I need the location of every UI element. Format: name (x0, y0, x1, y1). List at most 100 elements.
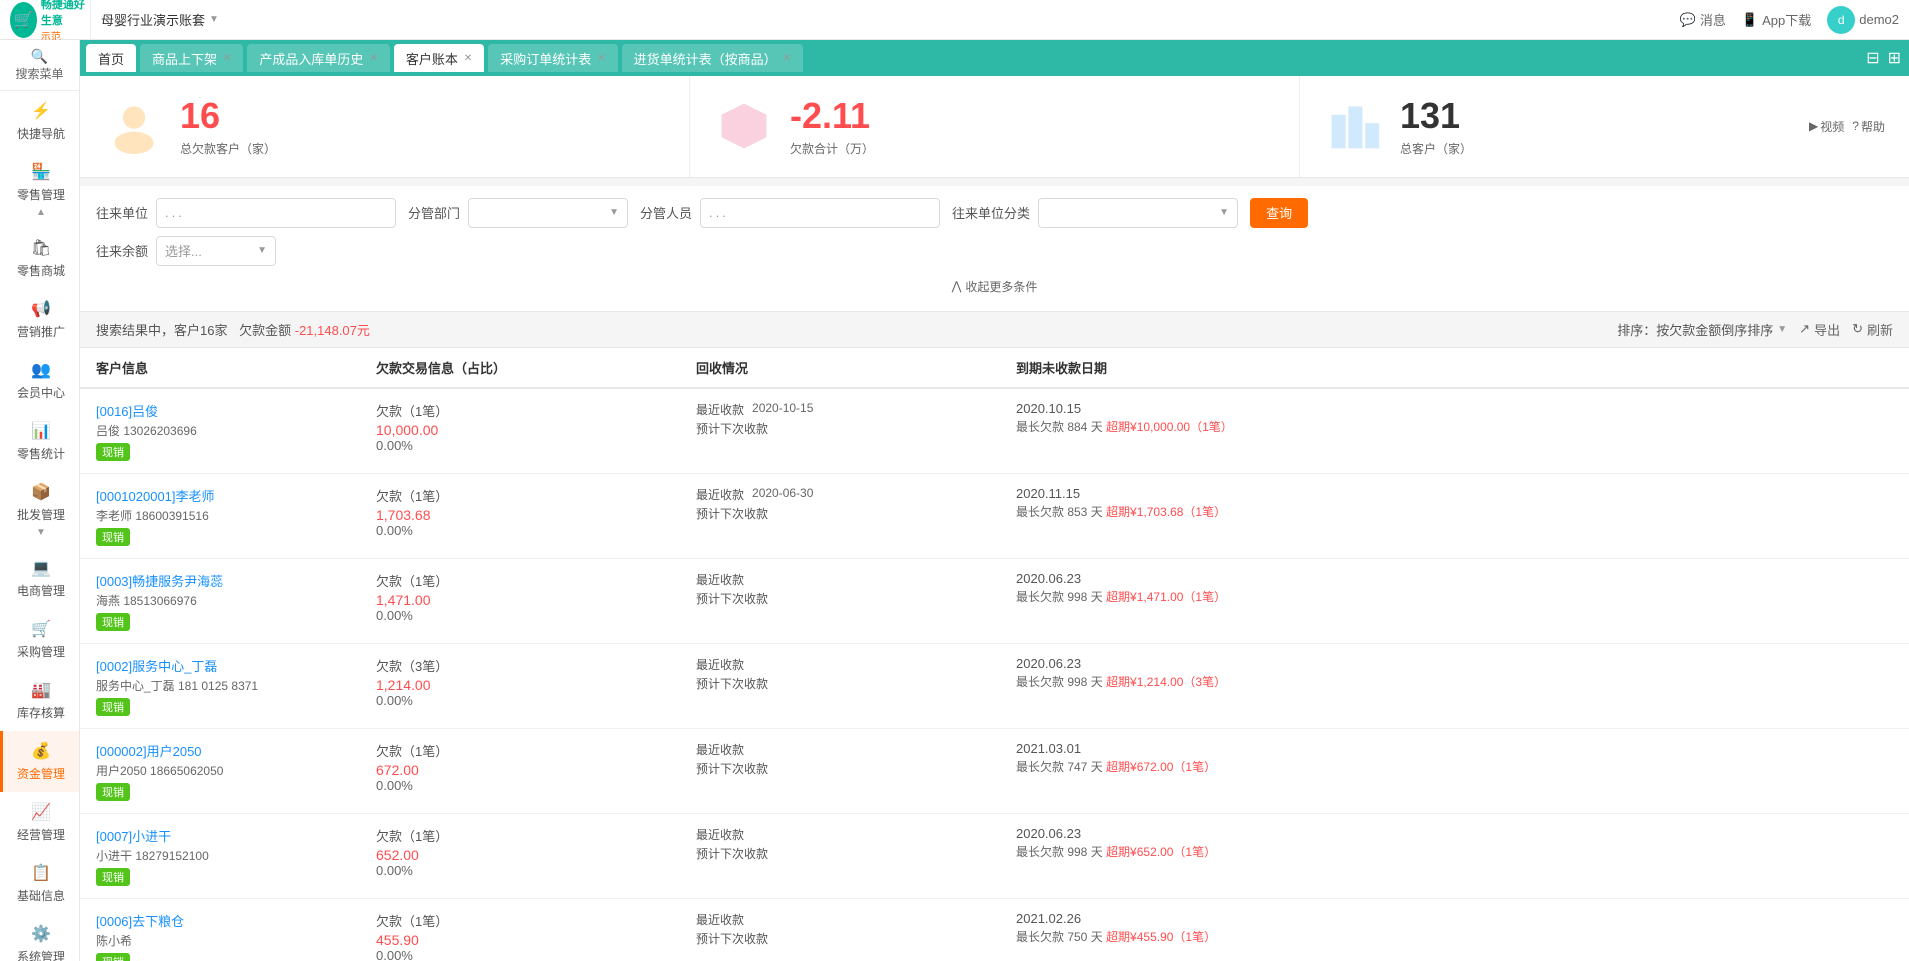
filter-row-1: 往来单位 ... 分管部门 ▼ (96, 198, 1893, 228)
client-name[interactable]: [0007]小进干 (96, 826, 376, 845)
recovery-info: 最近收款 2020-06-30 预计下次收款 (696, 486, 1016, 524)
client-name[interactable]: [0001020001]李老师 (96, 486, 376, 505)
store-selector[interactable]: 母婴行业演示账套 ▼ (90, 0, 233, 40)
overdue-link[interactable]: 超期¥1,214.00（3笔） (1106, 675, 1226, 689)
filter-select-dept[interactable]: ▼ (468, 198, 628, 228)
overdue-info: 2021.03.01 最长欠款 747 天 超期¥672.00（1笔） (1016, 741, 1893, 775)
overdue-detail: 最长欠款 750 天 超期¥455.90（1笔） (1016, 928, 1893, 945)
recovery-last: 最近收款 (696, 656, 1016, 673)
search-menu[interactable]: 🔍 搜索菜单 (0, 40, 79, 91)
debt-count: 欠款（1笔） (376, 911, 696, 930)
phone-icon: 📱 (1742, 12, 1758, 28)
overdue-link[interactable]: 超期¥652.00（1笔） (1106, 845, 1216, 859)
tab-close-icon[interactable]: ✕ (597, 53, 605, 64)
client-name[interactable]: [0002]服务中心_丁磊 (96, 656, 376, 675)
client-info: [0003]畅捷服务尹海蕊 海燕 18513066976 现销 (96, 571, 376, 631)
refresh-button[interactable]: ↻ 刷新 (1852, 320, 1893, 339)
sidebar-item-finance[interactable]: 💰 资金管理 (0, 731, 79, 792)
tab-expand-icon[interactable]: ⊞ (1888, 48, 1901, 68)
recovery-info: 最近收款 预计下次收款 (696, 656, 1016, 694)
filter-input-client[interactable]: ... (156, 198, 396, 228)
filter-area: 往来单位 ... 分管部门 ▼ (80, 186, 1909, 312)
recovery-next: 预计下次收款 (696, 675, 1016, 692)
stat-card-total-customers: 131 总客户（家） ▶ 视频 ? 帮助 (1300, 76, 1909, 177)
stats-row: 16 总欠款客户（家） ¥ -2.11 (80, 76, 1909, 178)
overdue-link[interactable]: 超期¥1,703.68（1笔） (1106, 505, 1226, 519)
filter-label-dept: 分管部门 (408, 203, 460, 222)
collapse-button[interactable]: ⋀ 收起更多条件 (944, 274, 1046, 299)
search-button[interactable]: 查询 (1250, 198, 1308, 228)
recovery-next: 预计下次收款 (696, 420, 1016, 437)
client-tag: 现销 (96, 783, 130, 801)
result-bar: 搜索结果中，客户16家 欠款金额 -21,148.07元 排序：按欠款金额倒序排… (80, 312, 1909, 348)
stat-info-debt-amount: -2.11 欠款合计（万） (790, 96, 1275, 157)
video-link[interactable]: ▶ 视频 (1809, 118, 1844, 135)
client-contact: 陈小希 (96, 932, 376, 949)
export-button[interactable]: ↗ 导出 (1799, 320, 1840, 339)
sidebar-item-quick-nav[interactable]: ⚡ 快捷导航 (0, 91, 79, 152)
client-contact: 小进干 18279152100 (96, 847, 376, 864)
tab-collapse-icon[interactable]: ⊟ (1866, 48, 1879, 68)
overdue-link[interactable]: 超期¥1,471.00（1笔） (1106, 590, 1226, 604)
sidebar-item-system[interactable]: ⚙️ 系统管理 (0, 914, 79, 961)
filter-select-balance[interactable]: 选择... ▼ (156, 236, 276, 266)
tab-purchase-product-stats[interactable]: 进货单统计表（按商品） ✕ (622, 44, 803, 72)
tab-production-history[interactable]: 产成品入库单历史 ✕ (247, 44, 389, 72)
message-button[interactable]: 💬 消息 (1680, 10, 1726, 29)
client-name[interactable]: [0003]畅捷服务尹海蕊 (96, 571, 376, 590)
overdue-link[interactable]: 超期¥672.00（1笔） (1106, 760, 1216, 774)
avatar: d (1827, 6, 1855, 34)
filter-row-2: 往来余额 选择... ▼ (96, 236, 1893, 266)
filter-select-category[interactable]: ▼ (1038, 198, 1238, 228)
filter-input-person[interactable]: ... (700, 198, 940, 228)
client-name[interactable]: [0006]去下粮仓 (96, 911, 376, 930)
sort-select[interactable]: 排序：按欠款金额倒序排序 ▼ (1617, 320, 1787, 339)
recovery-info: 最近收款 预计下次收款 (696, 571, 1016, 609)
sidebar-item-ecommerce[interactable]: 💻 电商管理 (0, 548, 79, 609)
client-name[interactable]: [0016]吕俊 (96, 401, 376, 420)
tab-home[interactable]: 首页 (86, 44, 136, 72)
debt-percent: 0.00% (376, 693, 696, 708)
user-avatar[interactable]: d demo2 (1827, 6, 1899, 34)
tab-close-icon[interactable]: ✕ (223, 53, 231, 64)
client-info: [0016]吕俊 吕俊 13026203696 现销 (96, 401, 376, 461)
help-icon: ? (1852, 119, 1859, 133)
recovery-info: 最近收款 预计下次收款 (696, 826, 1016, 864)
sidebar-item-batch-mgmt[interactable]: 📦 批发管理 ▼ (0, 472, 79, 548)
tab-customer-account[interactable]: 客户账本 ✕ (394, 44, 484, 72)
sidebar-item-retail-mgmt[interactable]: 🏪 零售管理 ▲ (0, 152, 79, 228)
client-name[interactable]: [000002]用户2050 (96, 741, 376, 760)
sidebar-item-retail-mall[interactable]: 🛍 零售商城 (0, 228, 79, 289)
sidebar-item-member[interactable]: 👥 会员中心 (0, 350, 79, 411)
tab-close-icon[interactable]: ✕ (783, 53, 791, 64)
sidebar-item-operations[interactable]: 📈 经营管理 (0, 792, 79, 853)
client-info: [0002]服务中心_丁磊 服务中心_丁磊 181 0125 8371 现销 (96, 656, 376, 716)
sidebar-item-marketing[interactable]: 📢 营销推广 (0, 289, 79, 350)
recovery-last: 最近收款 (696, 911, 1016, 928)
tab-close-icon[interactable]: ✕ (369, 53, 377, 64)
help-link[interactable]: ? 帮助 (1852, 118, 1885, 135)
stat-info-debt-customers: 16 总欠款客户（家） (180, 96, 665, 157)
sidebar-item-inventory[interactable]: 🏭 库存核算 (0, 670, 79, 731)
filter-label-person: 分管人员 (640, 203, 692, 222)
recovery-info: 最近收款 预计下次收款 (696, 741, 1016, 779)
overdue-link[interactable]: 超期¥455.90（1笔） (1106, 930, 1216, 944)
tab-close-icon[interactable]: ✕ (464, 53, 472, 64)
quick-nav-icon: ⚡ (31, 101, 51, 121)
sidebar-item-retail-stats[interactable]: 📊 零售统计 (0, 411, 79, 472)
sidebar-item-purchase[interactable]: 🛒 采购管理 (0, 609, 79, 670)
sidebar: 🔍 搜索菜单 ⚡ 快捷导航 🏪 零售管理 ▲ 🛍 零售商城 📢 营销推广 � (0, 40, 80, 961)
main-layout: 🔍 搜索菜单 ⚡ 快捷导航 🏪 零售管理 ▲ 🛍 零售商城 📢 营销推广 � (0, 40, 1909, 961)
page-content: 16 总欠款客户（家） ¥ -2.11 (80, 76, 1909, 961)
overdue-link[interactable]: 超期¥10,000.00（1笔） (1106, 420, 1233, 434)
client-contact: 李老师 18600391516 (96, 507, 376, 524)
stat-info-total-customers: 131 总客户（家） (1400, 96, 1793, 157)
debt-amount: 1,471.00 (376, 592, 696, 608)
sidebar-item-basic-info[interactable]: 📋 基础信息 (0, 853, 79, 914)
tab-purchase-stats[interactable]: 采购订单统计表 ✕ (488, 44, 617, 72)
client-info: [0001020001]李老师 李老师 18600391516 现销 (96, 486, 376, 546)
debt-info: 欠款（1笔） 10,000.00 0.00% (376, 401, 696, 453)
tab-product-listing[interactable]: 商品上下架 ✕ (140, 44, 243, 72)
client-contact: 用户2050 18665062050 (96, 762, 376, 779)
app-download-button[interactable]: 📱 App下载 (1742, 10, 1811, 29)
